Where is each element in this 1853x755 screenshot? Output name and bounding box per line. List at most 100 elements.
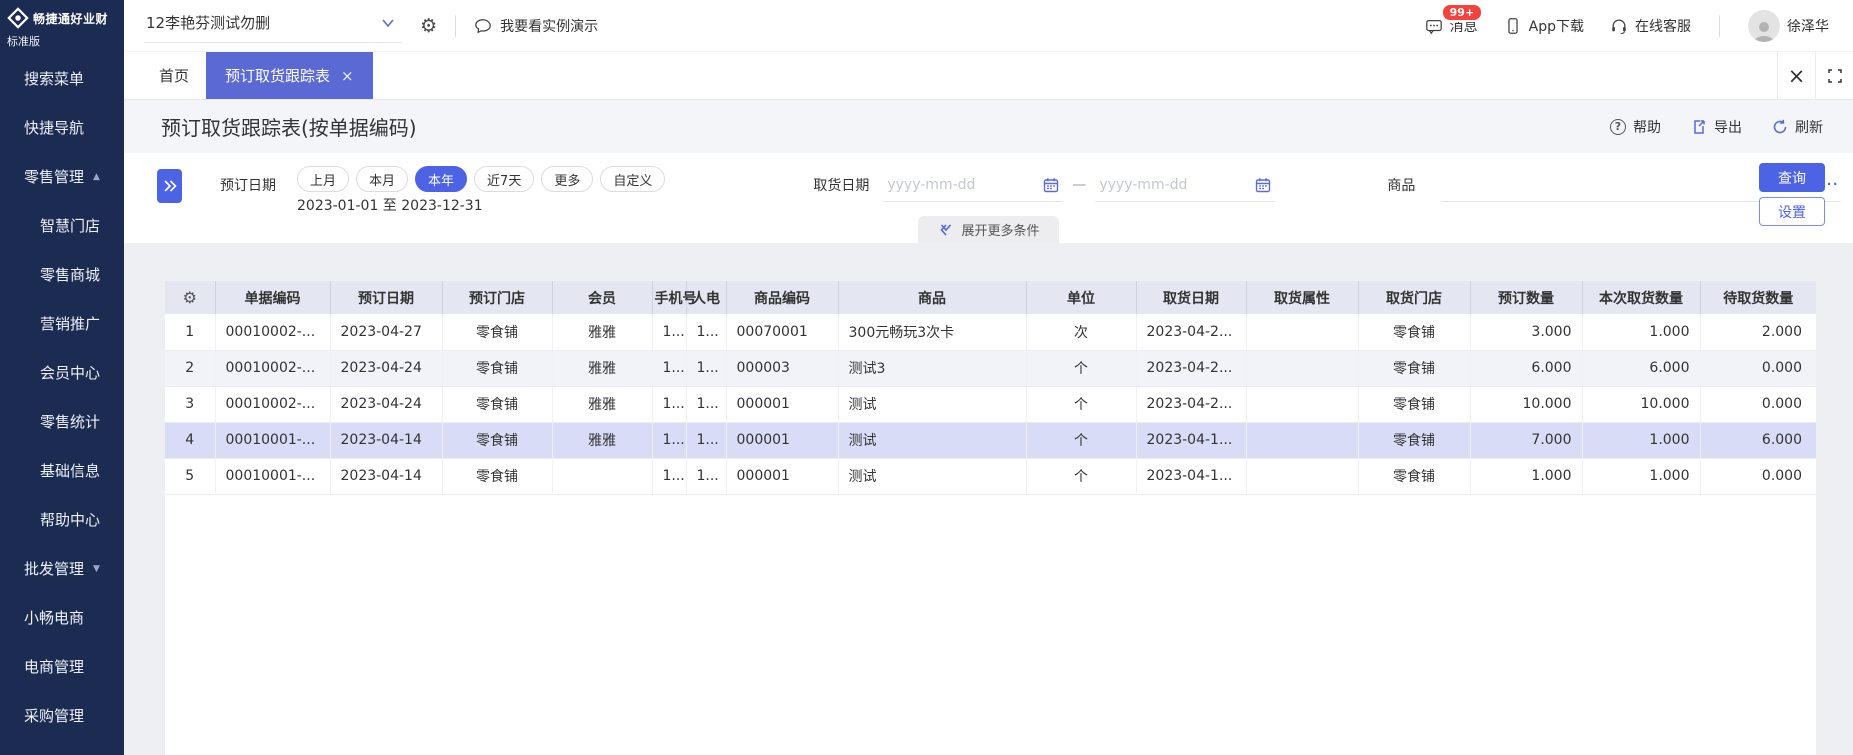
sidebar-item-label: 零售商城	[40, 266, 101, 284]
messages-button[interactable]: 99+ 消息	[1425, 2, 1484, 36]
table-cell: 2	[165, 350, 216, 387]
column-header[interactable]: 手机号	[651, 281, 697, 314]
help-button[interactable]: ? 帮助	[1610, 117, 1661, 137]
tab-home[interactable]: 首页	[142, 52, 206, 99]
sidebar-item[interactable]: 零售管理 ▲	[0, 152, 124, 201]
online-service-button[interactable]: 在线客服	[1610, 16, 1691, 36]
headset-icon	[1612, 19, 1626, 34]
sidebar-item[interactable]: 小畅电商	[0, 593, 124, 642]
table-cell: 5	[165, 458, 216, 495]
column-header[interactable]: 人电	[685, 281, 726, 314]
sidebar-item[interactable]: 会员中心	[0, 348, 124, 397]
table-row[interactable]: 3 00010002-... 2023-04-24 零食铺 雅雅 1... 1... 0000…	[165, 386, 1816, 423]
table-row[interactable]: 5 00010001-... 2023-04-14 零食铺 1... 1... 000001…	[165, 458, 1816, 495]
sidebar-item-label: 基础信息	[40, 462, 101, 480]
calendar-icon[interactable]	[1255, 177, 1271, 193]
app-download-button[interactable]: App下载	[1504, 16, 1584, 36]
pickup-date-filter: 取货日期 yyyy-mm-dd — yyyy-mm-dd	[813, 166, 1276, 202]
table-cell	[1246, 350, 1359, 387]
settings-gear-icon[interactable]: ⚙	[420, 15, 437, 37]
table-cell: 000001	[726, 458, 839, 495]
demo-link[interactable]: 我要看实例演示	[474, 16, 598, 36]
date-range-pill[interactable]: 近7天	[474, 166, 535, 192]
page-title: 预订取货跟踪表(按单据编码)	[161, 116, 417, 140]
table-cell: 测试3	[838, 350, 1027, 387]
refresh-button[interactable]: 刷新	[1772, 117, 1823, 137]
sidebar-item[interactable]: 采购管理	[0, 691, 124, 740]
date-range-pill[interactable]: 上月	[297, 166, 350, 192]
column-header[interactable]: 会员	[551, 281, 652, 314]
title-actions: ? 帮助 导出 刷新	[1610, 117, 1823, 137]
sidebar-item[interactable]: 零售统计	[0, 397, 124, 446]
column-header[interactable]: 预订日期	[329, 281, 442, 314]
column-header[interactable]: 单位	[1025, 281, 1136, 314]
sidebar-nav: 搜索菜单 快捷导航 零售管理 ▲ 智慧门店零售商城营销推广 会员中心 零售统计基础信息帮助中…	[0, 54, 124, 740]
table-cell: 2023-04-24	[330, 350, 443, 387]
person-icon	[1753, 21, 1775, 42]
table-cell: 7.000	[1470, 422, 1583, 459]
date-range-pill[interactable]: 本月	[356, 166, 409, 192]
table-cell: 00070001	[726, 314, 839, 351]
table-cell: 0.000	[1700, 350, 1816, 387]
table-row[interactable]: 2 00010002-... 2023-04-24 零食铺 雅雅 1... 1... 0000…	[165, 350, 1816, 387]
column-header[interactable]: 取货属性	[1245, 281, 1358, 314]
order-date-label: 预订日期	[220, 178, 276, 194]
table-cell: 雅雅	[552, 422, 653, 459]
pickup-date-end-input[interactable]: yyyy-mm-dd	[1095, 169, 1276, 202]
sidebar-item[interactable]: 帮助中心	[0, 495, 124, 544]
table-row[interactable]: 1 00010002-... 2023-04-27 零食铺 雅雅 1... 1... 0007…	[165, 314, 1816, 351]
phone-icon	[1507, 17, 1518, 34]
date-placeholder: yyyy-mm-dd	[887, 177, 976, 193]
column-header[interactable]: 待取货数量	[1699, 281, 1816, 314]
sidebar-item[interactable]: 基础信息	[0, 446, 124, 495]
column-header[interactable]: 取货门店	[1357, 281, 1470, 314]
table-cell: 测试	[838, 386, 1027, 423]
column-settings-header[interactable]: ⚙	[165, 281, 215, 314]
export-button[interactable]: 导出	[1691, 117, 1742, 137]
sidebar-item[interactable]: 批发管理 ▼	[0, 544, 124, 593]
close-all-tabs-button[interactable]: ×	[1777, 52, 1815, 99]
sidebar-item[interactable]: 电商管理	[0, 642, 124, 691]
column-header[interactable]: 预订数量	[1469, 281, 1582, 314]
double-chevron-down-icon	[940, 223, 952, 236]
column-header[interactable]: 取货日期	[1135, 281, 1246, 314]
table-cell: 2023-04-24	[330, 386, 443, 423]
table-cell: 1...	[652, 422, 687, 459]
collapse-filter-button[interactable]	[157, 169, 182, 203]
sidebar-item[interactable]: 零售商城	[0, 250, 124, 299]
calendar-icon[interactable]	[1043, 177, 1059, 193]
table-cell: 零食铺	[442, 386, 553, 423]
tab-active[interactable]: 预订取货跟踪表 ×	[206, 52, 373, 99]
sidebar-item[interactable]: 快捷导航	[0, 103, 124, 152]
date-range-pill[interactable]: 更多	[541, 166, 594, 192]
column-header[interactable]: 预订门店	[441, 281, 552, 314]
table-cell: 10.000	[1582, 386, 1701, 423]
collapse-triangle-icon: ▲	[93, 171, 100, 182]
topbar: 12李艳芬测试勿删 ⚙ 我要看实例演示 99+ 消息 App下载 在线客服 徐泽…	[124, 0, 1853, 52]
table-cell: 1...	[686, 386, 727, 423]
column-header[interactable]: 单据编码	[214, 281, 330, 314]
filter-panel: 预订日期 上月 本月 本年 近7天 更多 自定义 2023-01-01 至 2023-12…	[124, 153, 1853, 243]
expand-more-conditions[interactable]: 展开更多条件	[918, 216, 1059, 243]
fullscreen-button[interactable]	[1815, 52, 1853, 99]
column-header[interactable]: 商品编码	[725, 281, 838, 314]
sidebar-item[interactable]: 智慧门店	[0, 201, 124, 250]
table-cell: 个	[1026, 422, 1137, 459]
column-header[interactable]: 商品	[837, 281, 1026, 314]
table-cell: 1...	[652, 386, 687, 423]
date-range-pill[interactable]: 本年	[415, 166, 468, 192]
pickup-date-start-input[interactable]: yyyy-mm-dd	[883, 169, 1064, 202]
tab-close-icon[interactable]: ×	[341, 67, 354, 85]
table-row[interactable]: 4 00010001-... 2023-04-14 零食铺 雅雅 1... 1... 0000…	[165, 422, 1816, 459]
sidebar-item[interactable]: 营销推广	[0, 299, 124, 348]
sidebar-item[interactable]: 搜索菜单	[0, 54, 124, 103]
order-date-range-value[interactable]: 2023-01-01 至 2023-12-31	[297, 195, 665, 215]
column-header[interactable]: 本次取货数量	[1581, 281, 1700, 314]
table-cell: 零食铺	[1358, 350, 1471, 387]
column-settings-gear-icon[interactable]: ⚙	[183, 288, 197, 307]
account-switcher[interactable]: 12李艳芬测试勿删	[144, 8, 403, 43]
table-cell	[552, 458, 653, 495]
user-menu[interactable]: 徐泽华	[1748, 9, 1829, 42]
date-range-pill[interactable]: 自定义	[600, 166, 666, 192]
query-button[interactable]: 查询	[1759, 163, 1825, 192]
